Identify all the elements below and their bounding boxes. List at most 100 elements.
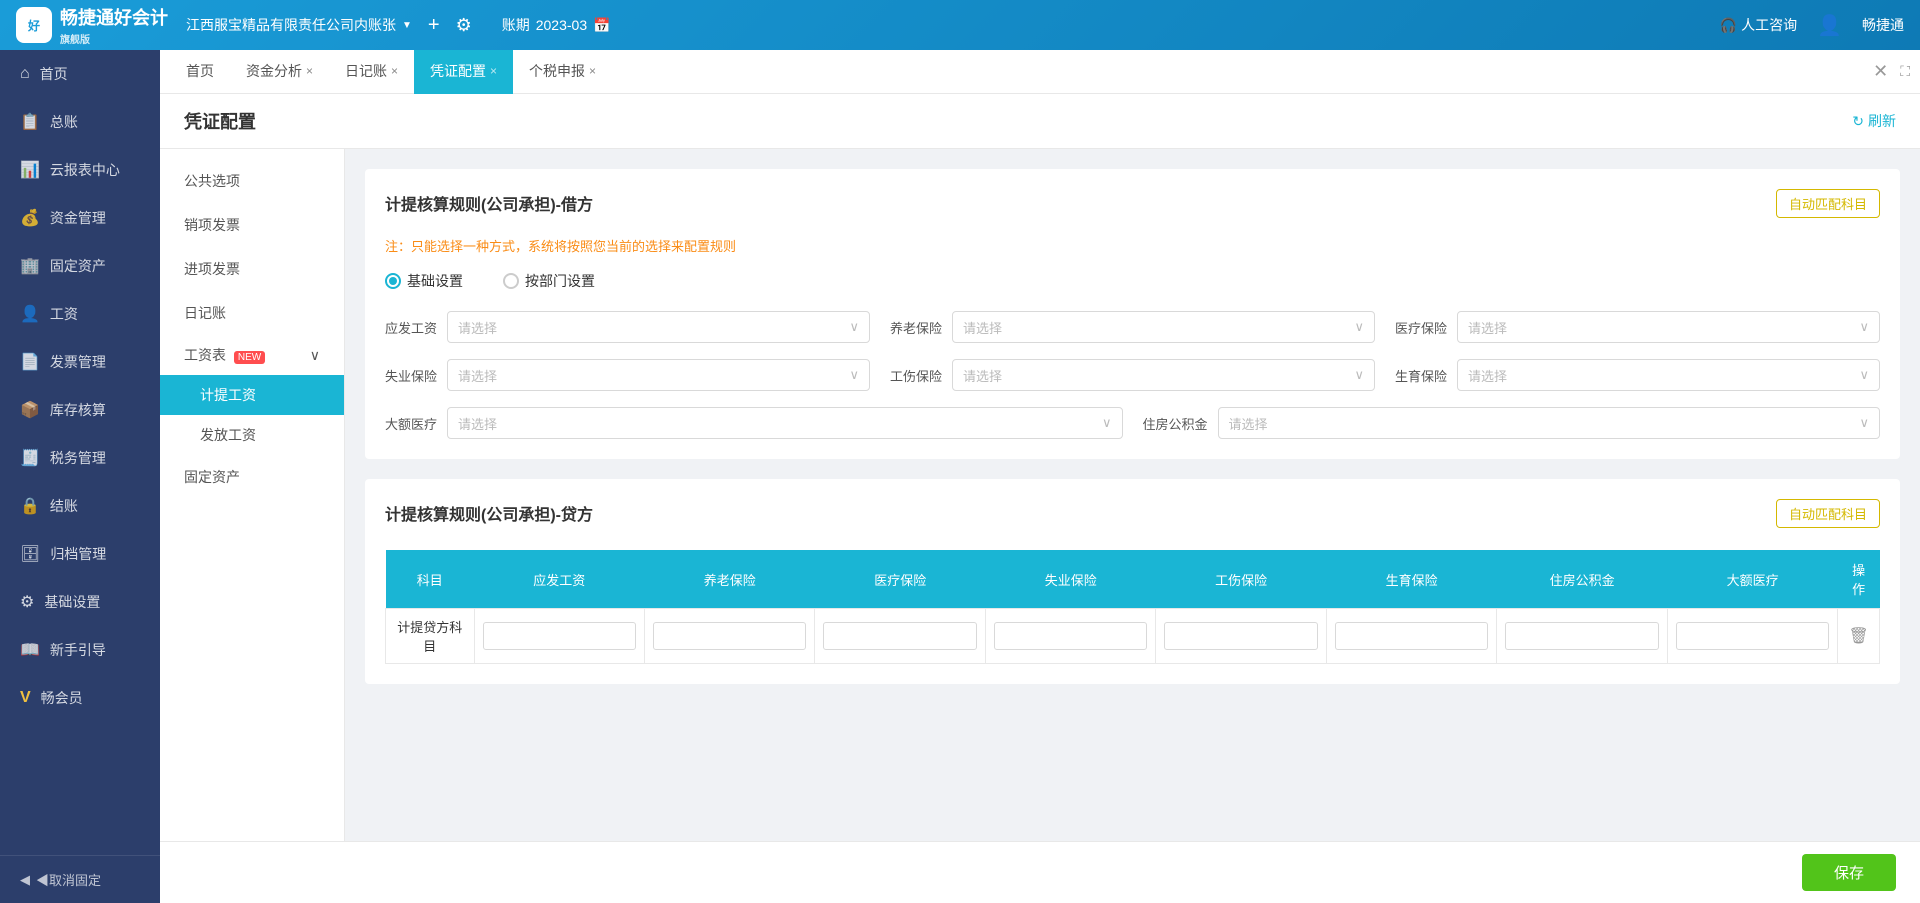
left-nav-sales[interactable]: 销项发票 <box>160 203 344 247</box>
vip-icon: V <box>20 689 31 707</box>
tab-voucher[interactable]: 凭证配置 × <box>414 50 513 94</box>
left-nav-jiti[interactable]: 计提工资 <box>160 375 344 415</box>
radio-basic[interactable]: 基础设置 <box>385 271 463 291</box>
left-nav-public[interactable]: 公共选项 <box>160 159 344 203</box>
tab-voucher-close[interactable]: × <box>490 64 497 78</box>
input-shiye[interactable] <box>994 622 1147 650</box>
input-shengyu[interactable] <box>1335 622 1488 650</box>
app-name: 畅捷通好会计 <box>60 4 168 30</box>
tab-journal[interactable]: 日记账 × <box>329 50 414 94</box>
sidebar-item-ledger[interactable]: 📋 总账 <box>0 98 160 146</box>
settings-icon[interactable]: ⚙ <box>456 15 472 36</box>
input-yanglao[interactable] <box>653 622 806 650</box>
tab-journal-close[interactable]: × <box>391 64 398 78</box>
assets-icon: 🏢 <box>20 256 40 276</box>
left-nav-journal[interactable]: 日记账 <box>160 291 344 335</box>
radio-basic-circle <box>385 273 401 289</box>
th-shiye: 失业保险 <box>985 550 1155 609</box>
label-yiliao: 医疗保险 <box>1395 318 1447 337</box>
salary-icon: 👤 <box>20 304 40 324</box>
consult-button[interactable]: 🎧 人工咨询 <box>1720 15 1797 35</box>
input-dayiliao[interactable] <box>1676 622 1829 650</box>
sidebar-label-inventory: 库存核算 <box>50 400 106 420</box>
sidebar-item-funds[interactable]: 💰 资金管理 <box>0 194 160 242</box>
sidebar-item-invoice[interactable]: 📄 发票管理 <box>0 338 160 386</box>
sidebar-label-archive: 归档管理 <box>50 544 106 564</box>
sidebar-item-salary[interactable]: 👤 工资 <box>0 290 160 338</box>
th-gongshang: 工伤保险 <box>1156 550 1326 609</box>
app-version: 旗舰版 <box>60 31 168 46</box>
select-yanglao[interactable]: 请选择 ∨ <box>952 311 1375 343</box>
tab-expand-icon[interactable]: ⛶ <box>1900 63 1910 80</box>
refresh-button[interactable]: ↻ 刷新 <box>1852 111 1896 131</box>
expand-arrow-icon: ∨ <box>310 347 320 364</box>
refresh-label: 刷新 <box>1868 111 1896 131</box>
credit-auto-match-button[interactable]: 自动匹配科目 <box>1776 499 1880 528</box>
input-yingfa[interactable] <box>483 622 636 650</box>
input-zhufang[interactable] <box>1505 622 1658 650</box>
select-yingfagongzi[interactable]: 请选择 ∨ <box>447 311 870 343</box>
sidebar-item-reports[interactable]: 📊 云报表中心 <box>0 146 160 194</box>
debit-auto-match-button[interactable]: 自动匹配科目 <box>1776 189 1880 218</box>
input-gongshang[interactable] <box>1164 622 1317 650</box>
chevron-down-icon-6: ∨ <box>1859 367 1869 383</box>
sidebar-item-close[interactable]: 🔒 结账 <box>0 482 160 530</box>
select-zhufang[interactable]: 请选择 ∨ <box>1218 407 1880 439</box>
add-account-button[interactable]: + <box>428 14 440 37</box>
sidebar-label-home: 首页 <box>40 64 68 84</box>
label-zhufang: 住房公积金 <box>1143 414 1208 433</box>
left-nav-assets[interactable]: 固定资产 <box>160 455 344 499</box>
sidebar-item-vip[interactable]: V 畅会员 <box>0 674 160 722</box>
tab-funds[interactable]: 资金分析 × <box>230 50 329 94</box>
td-yiliao <box>815 609 985 664</box>
sidebar-item-assets[interactable]: 🏢 固定资产 <box>0 242 160 290</box>
sidebar-item-home[interactable]: ⌂ 首页 <box>0 50 160 98</box>
save-button[interactable]: 保存 <box>1802 854 1896 891</box>
input-yiliao[interactable] <box>823 622 976 650</box>
sidebar-label-close: 结账 <box>50 496 78 516</box>
tab-funds-close[interactable]: × <box>306 64 313 78</box>
left-nav-purchase[interactable]: 进项发票 <box>160 247 344 291</box>
radio-dept[interactable]: 按部门设置 <box>503 271 595 291</box>
tab-tax-close[interactable]: × <box>589 64 596 78</box>
select-gongshang[interactable]: 请选择 ∨ <box>952 359 1375 391</box>
left-nav-salarysheet[interactable]: 工资表 NEW ∨ <box>160 335 344 375</box>
select-shengyu[interactable]: 请选择 ∨ <box>1457 359 1880 391</box>
chevron-down-icon-3: ∨ <box>1859 319 1869 335</box>
td-dayiliao <box>1667 609 1837 664</box>
select-dayiliao[interactable]: 请选择 ∨ <box>447 407 1122 439</box>
select-shiye-placeholder: 请选择 <box>458 366 497 385</box>
sidebar-item-tax[interactable]: 🧾 税务管理 <box>0 434 160 482</box>
sidebar-item-inventory[interactable]: 📦 库存核算 <box>0 386 160 434</box>
th-yingfa: 应发工资 <box>474 550 644 609</box>
company-selector[interactable]: 江西服宝精品有限责任公司内账张 ▼ <box>186 15 412 35</box>
tab-close-window-icon[interactable]: ✕ <box>1873 61 1888 82</box>
tab-home[interactable]: 首页 <box>170 50 230 94</box>
th-zhufang: 住房公积金 <box>1497 550 1667 609</box>
delete-row-button[interactable]: 🗑 <box>1849 626 1869 646</box>
cancel-pin-button[interactable]: ◀ ◀取消固定 <box>0 855 160 903</box>
select-dayiliao-placeholder: 请选择 <box>458 414 497 433</box>
select-shiye[interactable]: 请选择 ∨ <box>447 359 870 391</box>
sidebar-item-archive[interactable]: 🗄 归档管理 <box>0 530 160 578</box>
field-zhufang: 住房公积金 请选择 ∨ <box>1143 407 1881 439</box>
chevron-down-icon-2: ∨ <box>1354 319 1364 335</box>
user-avatar: 👤 <box>1817 13 1842 38</box>
company-dropdown-arrow: ▼ <box>402 20 412 31</box>
sidebar-item-settings[interactable]: ⚙ 基础设置 <box>0 578 160 626</box>
tab-tax[interactable]: 个税申报 × <box>513 50 612 94</box>
select-yiliao[interactable]: 请选择 ∨ <box>1457 311 1880 343</box>
logo-icon: 好 <box>16 7 52 43</box>
chevron-down-icon-4: ∨ <box>849 367 859 383</box>
sidebar-item-guide[interactable]: 📖 新手引导 <box>0 626 160 674</box>
period-selector[interactable]: 账期 2023-03 📅 <box>502 15 611 35</box>
left-nav-pay[interactable]: 发放工资 <box>160 415 344 455</box>
save-bar: 保存 <box>160 841 1920 903</box>
select-yanglao-placeholder: 请选择 <box>963 318 1002 337</box>
table-header-row: 科目 应发工资 养老保险 医疗保险 失业保险 工伤保险 生育保险 住房公积金 大… <box>386 550 1880 609</box>
label-shengyu: 生育保险 <box>1395 366 1447 385</box>
sidebar-label-assets: 固定资产 <box>50 256 106 276</box>
radio-basic-inner <box>389 277 397 285</box>
tab-tax-label: 个税申报 <box>529 61 585 81</box>
left-nav: 公共选项 销项发票 进项发票 日记账 工资表 NEW ∨ <box>160 149 345 841</box>
